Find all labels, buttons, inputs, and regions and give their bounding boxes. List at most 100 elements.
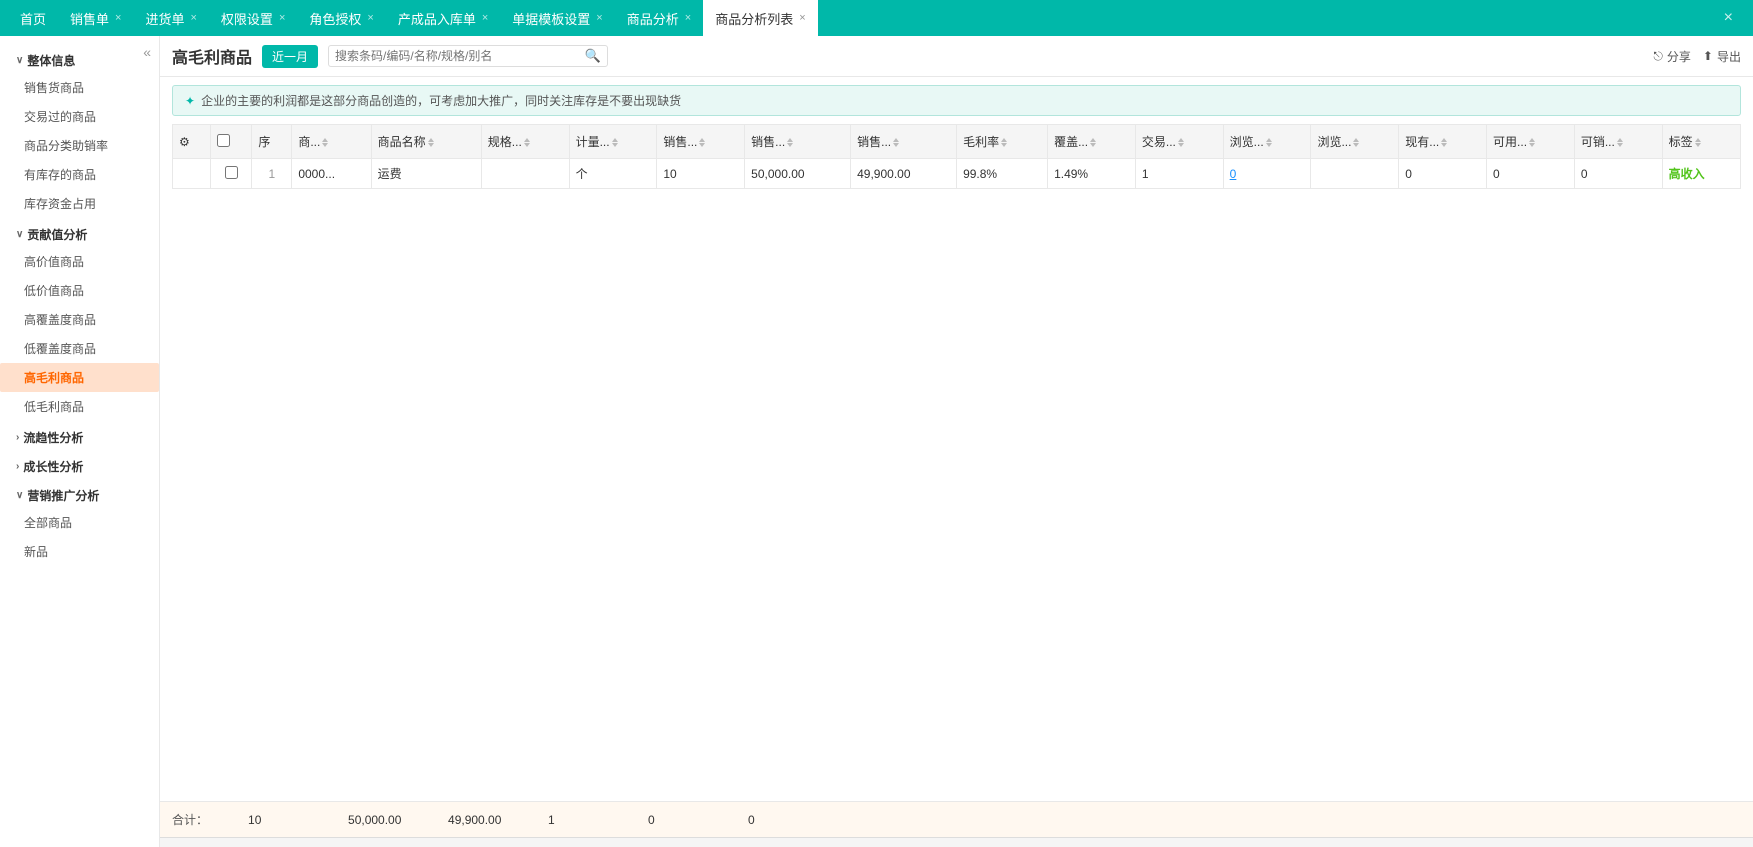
sidebar-group-title[interactable]: ∨营销推广分析	[0, 479, 159, 508]
col-header-transaction[interactable]: 交易...	[1135, 125, 1223, 159]
sort-icon-views2[interactable]	[1353, 138, 1359, 147]
sidebar-item-有库存的商品[interactable]: 有库存的商品	[0, 160, 159, 189]
col-header-name[interactable]: 商品名称	[371, 125, 481, 159]
col-header-sales_qty[interactable]: 销售...	[657, 125, 745, 159]
col-header-settings[interactable]: ⚙	[173, 125, 211, 159]
sidebar-item-销售货商品[interactable]: 销售货商品	[0, 73, 159, 102]
col-header-tag[interactable]: 标签	[1662, 125, 1740, 159]
search-input[interactable]	[335, 49, 581, 63]
nav-item-角色授权[interactable]: 角色授权×	[297, 0, 385, 36]
select-all-checkbox[interactable]	[217, 134, 230, 147]
sidebar-item-交易过的商品[interactable]: 交易过的商品	[0, 102, 159, 131]
nav-item-权限设置[interactable]: 权限设置×	[209, 0, 297, 36]
cell-sales_qty: 10	[657, 159, 745, 189]
close-tab-icon[interactable]: ×	[190, 12, 196, 24]
cell-views1[interactable]: 0	[1223, 159, 1311, 189]
sidebar-item-高覆盖度商品[interactable]: 高覆盖度商品	[0, 305, 159, 334]
sidebar-item-低覆盖度商品[interactable]: 低覆盖度商品	[0, 334, 159, 363]
col-header-unit[interactable]: 计量...	[569, 125, 657, 159]
data-table: ⚙序商...商品名称规格...计量...销售...销售...销售...毛利率覆盖…	[172, 124, 1741, 189]
sort-icon-available_stock[interactable]	[1529, 138, 1535, 147]
close-tab-icon[interactable]: ×	[367, 12, 373, 24]
col-header-sales_amount[interactable]: 销售...	[745, 125, 851, 159]
col-header-coverage[interactable]: 覆盖...	[1048, 125, 1136, 159]
col-header-spec[interactable]: 规格...	[481, 125, 569, 159]
col-header-views1[interactable]: 浏览...	[1223, 125, 1311, 159]
sidebar-collapse-button[interactable]: «	[143, 44, 151, 60]
sort-icon-views1[interactable]	[1266, 138, 1272, 147]
share-button[interactable]: ⎋ 分享	[1653, 48, 1691, 65]
sidebar-group-title[interactable]: ›成长性分析	[0, 450, 159, 479]
sort-icon-code[interactable]	[322, 138, 328, 147]
share-icon: ⎋	[1653, 49, 1663, 64]
sidebar-item-低价值商品[interactable]: 低价值商品	[0, 276, 159, 305]
close-tab-icon[interactable]: ×	[685, 12, 691, 24]
footer-sales-profit: 49,900.00	[448, 813, 528, 827]
export-button[interactable]: ⬆ 导出	[1703, 48, 1741, 65]
sort-icon-gross_margin[interactable]	[1001, 138, 1007, 147]
sort-icon-sales_amount[interactable]	[787, 138, 793, 147]
sidebar-item-商品分类助销率[interactable]: 商品分类助销率	[0, 131, 159, 160]
export-icon: ⬆	[1703, 49, 1713, 63]
nav-item-单据模板设置[interactable]: 单据模板设置×	[500, 0, 614, 36]
row-checkbox[interactable]	[225, 166, 238, 179]
cell-spec	[481, 159, 569, 189]
nav-item-首页[interactable]: 首页	[8, 0, 58, 36]
horizontal-scrollbar[interactable]	[160, 837, 1753, 847]
col-header-sales_profit[interactable]: 销售...	[851, 125, 957, 159]
col-header-current_stock[interactable]: 现有...	[1399, 125, 1487, 159]
cell-coverage: 1.49%	[1048, 159, 1136, 189]
sort-icon-coverage[interactable]	[1090, 138, 1096, 147]
sidebar-item-低毛利商品[interactable]: 低毛利商品	[0, 392, 159, 421]
sidebar-item-新品[interactable]: 新品	[0, 537, 159, 566]
sidebar-item-全部商品[interactable]: 全部商品	[0, 508, 159, 537]
col-header-checkbox[interactable]	[210, 125, 251, 159]
nav-item-商品分析列表[interactable]: 商品分析列表×	[703, 0, 817, 36]
col-header-code[interactable]: 商...	[292, 125, 371, 159]
close-tab-icon[interactable]: ×	[596, 12, 602, 24]
col-header-views2[interactable]: 浏览...	[1311, 125, 1399, 159]
close-tab-icon[interactable]: ×	[799, 12, 805, 24]
col-header-available_stock[interactable]: 可用...	[1487, 125, 1575, 159]
footer-sales-amount: 50,000.00	[348, 813, 428, 827]
col-header-index[interactable]: 序	[252, 125, 292, 159]
sort-icon-name[interactable]	[428, 138, 434, 147]
close-tab-icon[interactable]: ×	[115, 12, 121, 24]
sort-icon-saleable_stock[interactable]	[1617, 138, 1623, 147]
sort-icon-sales_profit[interactable]	[893, 138, 899, 147]
cell-tag[interactable]: 高收入	[1662, 159, 1740, 189]
sort-icon-transaction[interactable]	[1178, 138, 1184, 147]
table-row: 10000...运费个1050,000.0049,900.0099.8%1.49…	[173, 159, 1741, 189]
cell-checkbox	[210, 159, 251, 189]
nav-item-产成品入库单[interactable]: 产成品入库单×	[386, 0, 500, 36]
footer-bar: 合计： 10 50,000.00 49,900.00 1 0 0	[160, 801, 1753, 837]
sidebar-item-高价值商品[interactable]: 高价值商品	[0, 247, 159, 276]
period-button[interactable]: 近一月	[262, 45, 318, 68]
search-icon[interactable]: 🔍	[585, 48, 601, 64]
nav-item-商品分析[interactable]: 商品分析×	[615, 0, 703, 36]
chevron-right-icon: ›	[16, 432, 19, 443]
chevron-down-icon: ∨	[16, 55, 23, 66]
sidebar-group-title[interactable]: ∨贡献值分析	[0, 218, 159, 247]
footer-sales-qty: 10	[248, 813, 328, 827]
footer-transaction: 1	[548, 813, 628, 827]
sort-icon-spec[interactable]	[524, 138, 530, 147]
sort-icon-tag[interactable]	[1695, 138, 1701, 147]
sort-icon-unit[interactable]	[612, 138, 618, 147]
nav-item-进货单[interactable]: 进货单×	[133, 0, 208, 36]
sidebar-item-高毛利商品[interactable]: 高毛利商品	[0, 363, 159, 392]
sidebar-group-title[interactable]: ›流趋性分析	[0, 421, 159, 450]
sidebar-group-title[interactable]: ∨整体信息	[0, 44, 159, 73]
cell-unit: 个	[569, 159, 657, 189]
content-header: 高毛利商品 近一月 🔍 ⎋ 分享 ⬆ 导出	[160, 36, 1753, 77]
sidebar-item-库存资金占用[interactable]: 库存资金占用	[0, 189, 159, 218]
info-banner: ✦ 企业的主要的利润都是这部分商品创造的，可考虑加大推广，同时关注库存是不要出现…	[172, 85, 1741, 116]
sort-icon-current_stock[interactable]	[1441, 138, 1447, 147]
close-tab-icon[interactable]: ×	[279, 12, 285, 24]
close-tab-icon[interactable]: ×	[482, 12, 488, 24]
window-close-button[interactable]: ×	[1712, 9, 1745, 27]
nav-item-销售单[interactable]: 销售单×	[58, 0, 133, 36]
col-header-saleable_stock[interactable]: 可销...	[1574, 125, 1662, 159]
sort-icon-sales_qty[interactable]	[699, 138, 705, 147]
col-header-gross_margin[interactable]: 毛利率	[957, 125, 1048, 159]
